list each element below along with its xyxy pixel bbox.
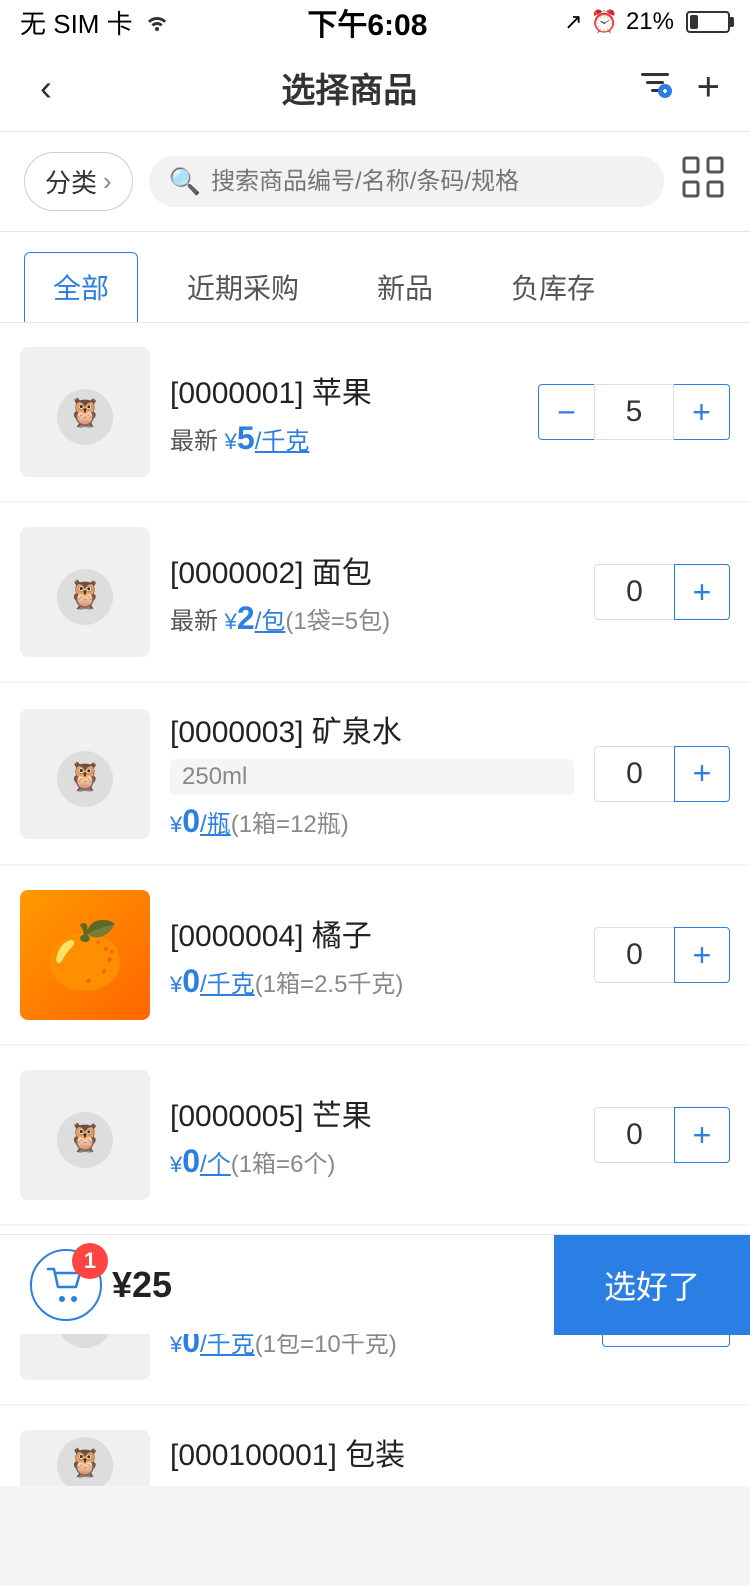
search-icon: 🔍	[169, 166, 201, 197]
quantity-control-0000002: +	[594, 564, 730, 620]
product-info-0000005: [0000005] 芒果 ¥0/个(1箱=6个)	[170, 1091, 574, 1180]
product-info-0000004: [0000004] 橘子 ¥0/千克(1箱=2.5千克)	[170, 911, 574, 1000]
add-icon[interactable]: +	[697, 65, 720, 110]
list-item: 🦉 [000100001] 包装	[0, 1406, 750, 1486]
product-list: 🦉 [0000001] 苹果 最新 ¥5/千克 − + 🦉 [0000002] …	[0, 323, 750, 1586]
status-right: ↗ ⏰ 21%	[564, 8, 730, 36]
svg-text:🦉: 🦉	[68, 397, 103, 429]
product-image-0000003: 🦉	[20, 709, 150, 839]
search-bar: 分类 › 🔍	[0, 132, 750, 232]
nav-actions: +	[637, 65, 720, 110]
quantity-decrease-button[interactable]: −	[538, 384, 594, 440]
status-left: 无 SIM 卡	[20, 4, 171, 41]
quantity-increase-button[interactable]: +	[674, 1107, 730, 1163]
search-input[interactable]	[211, 168, 644, 196]
product-image-0000005: 🦉	[20, 1070, 150, 1200]
list-item: 🦉 [0000001] 苹果 最新 ¥5/千克 − +	[0, 323, 750, 501]
tab-recent[interactable]: 近期采购	[158, 252, 328, 322]
quantity-control-0000001: − +	[538, 384, 730, 440]
status-bar: 无 SIM 卡 下午6:08 ↗ ⏰ 21%	[0, 0, 750, 44]
product-name: [000100001] 包装	[170, 1430, 730, 1474]
quantity-control-0000005: +	[594, 1107, 730, 1163]
svg-text:🦉: 🦉	[68, 761, 103, 793]
quantity-input[interactable]	[594, 927, 674, 983]
cart-button[interactable]: 1	[30, 1249, 102, 1321]
chevron-right-icon: ›	[103, 166, 112, 197]
product-name: [0000004] 橘子	[170, 911, 574, 955]
cart-section: 1 ¥25	[0, 1249, 202, 1321]
product-price: ¥0/个(1箱=6个)	[170, 1143, 574, 1180]
product-price: ¥0/瓶(1箱=12瓶)	[170, 803, 574, 840]
status-time: 下午6:08	[307, 0, 427, 44]
product-image-0000004: 🍊	[20, 890, 150, 1020]
product-name: [0000001] 苹果	[170, 368, 518, 412]
product-image-partial: 🦉	[20, 1430, 150, 1486]
wifi-icon	[143, 7, 171, 38]
list-item: 🍊 [0000004] 橘子 ¥0/千克(1箱=2.5千克) +	[0, 866, 750, 1044]
tab-new[interactable]: 新品	[348, 252, 462, 322]
nav-bar: ‹ 选择商品 +	[0, 44, 750, 132]
category-label: 分类	[45, 163, 97, 200]
alarm-icon: ⏰	[591, 9, 618, 35]
product-name: [0000002] 面包	[170, 548, 574, 592]
tabs: 全部 近期采购 新品 负库存	[0, 232, 750, 323]
product-price: 最新 ¥5/千克	[170, 420, 518, 457]
battery-icon	[686, 11, 730, 33]
product-name: [0000003] 矿泉水	[170, 707, 574, 751]
svg-text:🦉: 🦉	[68, 1122, 103, 1154]
product-info-partial: [000100001] 包装	[170, 1430, 730, 1474]
product-info-0000002: [0000002] 面包 最新 ¥2/包(1袋=5包)	[170, 548, 574, 637]
quantity-increase-button[interactable]: +	[674, 746, 730, 802]
filter-icon[interactable]	[637, 65, 673, 110]
product-spec: 250ml	[170, 759, 574, 795]
search-input-wrap: 🔍	[149, 156, 664, 207]
back-button[interactable]: ‹	[30, 57, 62, 119]
quantity-control-0000004: +	[594, 927, 730, 983]
list-item: 🦉 [0000002] 面包 最新 ¥2/包(1袋=5包) +	[0, 503, 750, 681]
scan-icon[interactable]	[680, 154, 726, 209]
svg-text:🦉: 🦉	[68, 579, 103, 611]
product-info-0000001: [0000001] 苹果 最新 ¥5/千克	[170, 368, 518, 457]
quantity-input[interactable]	[594, 746, 674, 802]
product-image-0000001: 🦉	[20, 347, 150, 477]
confirm-button[interactable]: 选好了	[554, 1235, 750, 1335]
product-info-0000003: [0000003] 矿泉水 250ml ¥0/瓶(1箱=12瓶)	[170, 707, 574, 840]
quantity-control-0000003: +	[594, 746, 730, 802]
carrier-label: 无 SIM 卡	[20, 4, 133, 41]
quantity-increase-button[interactable]: +	[674, 927, 730, 983]
product-price: ¥0/千克(1箱=2.5千克)	[170, 963, 574, 1000]
battery-label: 21%	[626, 8, 674, 36]
tab-all[interactable]: 全部	[24, 252, 138, 322]
location-icon: ↗	[564, 9, 582, 35]
product-image-0000002: 🦉	[20, 527, 150, 657]
product-price: 最新 ¥2/包(1袋=5包)	[170, 600, 574, 637]
quantity-input[interactable]	[594, 384, 674, 440]
svg-text:🦉: 🦉	[68, 1447, 103, 1479]
quantity-increase-button[interactable]: +	[674, 384, 730, 440]
category-button[interactable]: 分类 ›	[24, 152, 133, 211]
cart-badge: 1	[72, 1243, 108, 1279]
tab-negative[interactable]: 负库存	[482, 252, 624, 322]
list-item: 🦉 [0000003] 矿泉水 250ml ¥0/瓶(1箱=12瓶) +	[0, 683, 750, 864]
page-title: 选择商品	[281, 63, 417, 112]
list-item: 🦉 [0000005] 芒果 ¥0/个(1箱=6个) +	[0, 1046, 750, 1224]
bottom-bar: 1 ¥25 选好了	[0, 1234, 750, 1334]
quantity-input[interactable]	[594, 1107, 674, 1163]
quantity-input[interactable]	[594, 564, 674, 620]
cart-total: ¥25	[112, 1264, 172, 1306]
quantity-increase-button[interactable]: +	[674, 564, 730, 620]
product-name: [0000005] 芒果	[170, 1091, 574, 1135]
